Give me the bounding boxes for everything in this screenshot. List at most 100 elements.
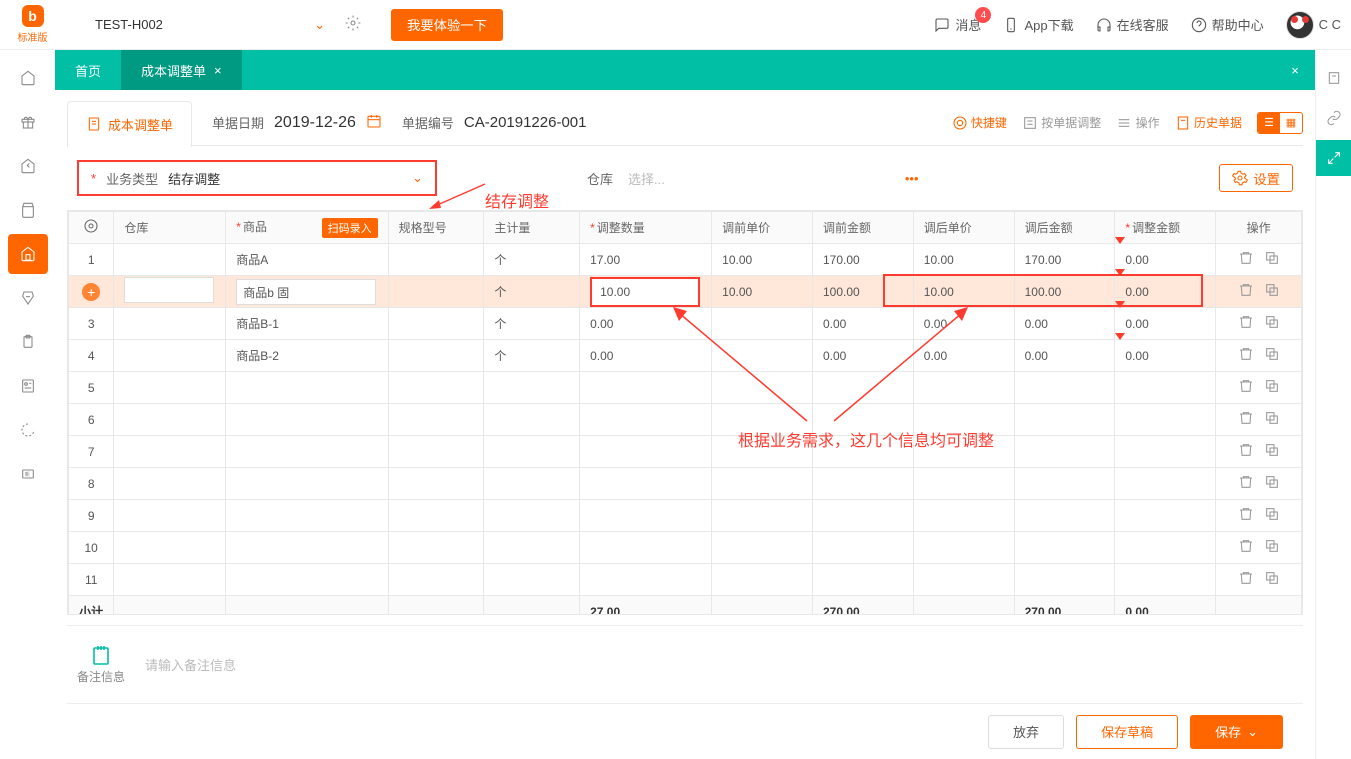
warehouse-input[interactable] bbox=[124, 277, 214, 303]
copy-icon[interactable] bbox=[1264, 506, 1280, 525]
save-draft-button[interactable]: 保存草稿 bbox=[1076, 715, 1178, 749]
subtotal-adj-amt: 0.00 bbox=[1115, 596, 1216, 616]
col-spec: 规格型号 bbox=[388, 212, 484, 244]
copy-icon[interactable] bbox=[1264, 474, 1280, 493]
calendar-icon[interactable] bbox=[366, 113, 382, 132]
ops-link[interactable]: 操作 bbox=[1116, 114, 1159, 132]
document-icon bbox=[86, 116, 102, 132]
tab-home[interactable]: 首页 bbox=[55, 50, 121, 90]
customer-service-link[interactable]: 在线客服 bbox=[1096, 15, 1169, 34]
phone-icon bbox=[1003, 17, 1019, 33]
nav-sync-icon[interactable] bbox=[8, 410, 48, 450]
discard-button[interactable]: 放弃 bbox=[988, 715, 1064, 749]
copy-icon[interactable] bbox=[1264, 282, 1280, 301]
doc-tab-label: 成本调整单 bbox=[108, 115, 173, 134]
chevron-down-icon: ⌄ bbox=[314, 17, 325, 33]
delete-icon[interactable] bbox=[1238, 442, 1254, 461]
tab-bar: 首页 成本调整单 × × bbox=[55, 50, 1315, 90]
remarks-section: 备注信息 请输入备注信息 bbox=[67, 625, 1303, 703]
delete-icon[interactable] bbox=[1238, 378, 1254, 397]
delete-icon[interactable] bbox=[1238, 538, 1254, 557]
table-row[interactable]: 11 bbox=[69, 564, 1302, 596]
messages-link[interactable]: 消息 4 bbox=[934, 15, 981, 34]
copy-icon[interactable] bbox=[1264, 442, 1280, 461]
nav-clipboard-icon[interactable] bbox=[8, 322, 48, 362]
nav-report-icon[interactable] bbox=[8, 366, 48, 406]
table-row[interactable]: 6 bbox=[69, 404, 1302, 436]
dock-link-icon[interactable] bbox=[1316, 100, 1351, 136]
trial-button[interactable]: 我要体验一下 bbox=[391, 9, 503, 41]
delete-icon[interactable] bbox=[1238, 570, 1254, 589]
dock-expand-icon[interactable] bbox=[1316, 140, 1351, 176]
gear-icon[interactable] bbox=[345, 15, 361, 34]
col-qty: *调整数量 bbox=[580, 212, 712, 244]
date-value[interactable]: 2019-12-26 bbox=[274, 114, 356, 132]
add-row-icon[interactable]: + bbox=[82, 283, 100, 301]
avatar bbox=[1286, 11, 1314, 39]
table-row[interactable]: 9 bbox=[69, 500, 1302, 532]
copy-icon[interactable] bbox=[1264, 250, 1280, 269]
copy-icon[interactable] bbox=[1264, 570, 1280, 589]
col-settings[interactable] bbox=[69, 212, 114, 244]
nav-bag-icon[interactable] bbox=[8, 190, 48, 230]
chat-icon bbox=[934, 17, 950, 33]
account-select[interactable]: TEST-H002 ⌄ bbox=[85, 9, 335, 41]
copy-icon[interactable] bbox=[1264, 346, 1280, 365]
warehouse-select[interactable]: 仓库 选择... bbox=[587, 169, 665, 188]
business-type-select[interactable]: * 业务类型 结存调整 ⌄ bbox=[77, 160, 437, 196]
delete-icon[interactable] bbox=[1238, 346, 1254, 365]
table-row[interactable]: 4商品B-2个0.000.000.000.000.00 bbox=[69, 340, 1302, 372]
col-pre-amt: 调前金额 bbox=[812, 212, 913, 244]
tab-cost-adjust[interactable]: 成本调整单 × bbox=[121, 50, 242, 90]
subtotal-qty: 27.00 bbox=[580, 596, 712, 616]
delete-icon[interactable] bbox=[1238, 282, 1254, 301]
list-view-icon[interactable]: ☰ bbox=[1258, 113, 1280, 133]
copy-icon[interactable] bbox=[1264, 410, 1280, 429]
close-icon[interactable]: × bbox=[214, 63, 222, 78]
copy-icon[interactable] bbox=[1264, 314, 1280, 333]
remarks-input[interactable]: 请输入备注信息 bbox=[145, 655, 236, 674]
table-row[interactable]: 8 bbox=[69, 468, 1302, 500]
help-link[interactable]: 帮助中心 bbox=[1191, 15, 1264, 34]
tab-bar-close[interactable]: × bbox=[1275, 50, 1315, 90]
filters: * 业务类型 结存调整 ⌄ 仓库 选择... ••• 设置 结存调整 bbox=[67, 146, 1303, 210]
copy-icon[interactable] bbox=[1264, 378, 1280, 397]
wh-placeholder: 选择... bbox=[628, 169, 665, 188]
table-row[interactable]: 10 bbox=[69, 532, 1302, 564]
table-row[interactable]: 5 bbox=[69, 372, 1302, 404]
col-post-price: 调后单价 bbox=[913, 212, 1014, 244]
delete-icon[interactable] bbox=[1238, 474, 1254, 493]
delete-icon[interactable] bbox=[1238, 506, 1254, 525]
main: 首页 成本调整单 × × 成本调整单 单据日期 2019-12-26 单据编号 … bbox=[55, 50, 1315, 759]
save-button[interactable]: 保存 ⌄ bbox=[1190, 715, 1283, 749]
app-download-link[interactable]: App下载 bbox=[1003, 15, 1073, 34]
history-link[interactable]: 历史单据 bbox=[1175, 114, 1242, 132]
table-row[interactable]: 7 bbox=[69, 436, 1302, 468]
nav-return-icon[interactable] bbox=[8, 146, 48, 186]
nav-gift-icon[interactable] bbox=[8, 102, 48, 142]
cs-label: 在线客服 bbox=[1117, 15, 1169, 34]
delete-icon[interactable] bbox=[1238, 250, 1254, 269]
table-wrap: 仓库 *商品扫码录入 规格型号 主计量 *调整数量 调前单价 调前金额 调后单价… bbox=[67, 210, 1303, 615]
nav-money-icon[interactable] bbox=[8, 278, 48, 318]
qty-input[interactable]: 10.00 bbox=[590, 277, 700, 307]
dock-note-icon[interactable] bbox=[1316, 60, 1351, 96]
scan-button[interactable]: 扫码录入 bbox=[322, 218, 378, 238]
subtotal-row: 小计 27.00 270.00 270.00 0.00 bbox=[69, 596, 1302, 616]
goods-input[interactable]: 商品b 固 bbox=[236, 279, 376, 305]
grid-view-icon[interactable]: ▦ bbox=[1280, 113, 1302, 133]
view-toggle[interactable]: ☰ ▦ bbox=[1257, 112, 1303, 134]
doc-tab[interactable]: 成本调整单 bbox=[67, 101, 192, 147]
copy-icon[interactable] bbox=[1264, 538, 1280, 557]
user-menu[interactable]: C C bbox=[1286, 11, 1341, 39]
date-label: 单据日期 bbox=[212, 113, 264, 132]
nav-new-icon[interactable]: 新 bbox=[8, 454, 48, 494]
nav-home-icon[interactable] bbox=[8, 58, 48, 98]
by-order-link[interactable]: 按单据调整 bbox=[1022, 114, 1101, 132]
settings-button[interactable]: 设置 bbox=[1219, 164, 1293, 192]
nav-inventory-icon[interactable] bbox=[8, 234, 48, 274]
more-icon[interactable]: ••• bbox=[905, 171, 919, 186]
delete-icon[interactable] bbox=[1238, 314, 1254, 333]
shortcut-link[interactable]: 快捷键 bbox=[952, 114, 1007, 132]
delete-icon[interactable] bbox=[1238, 410, 1254, 429]
